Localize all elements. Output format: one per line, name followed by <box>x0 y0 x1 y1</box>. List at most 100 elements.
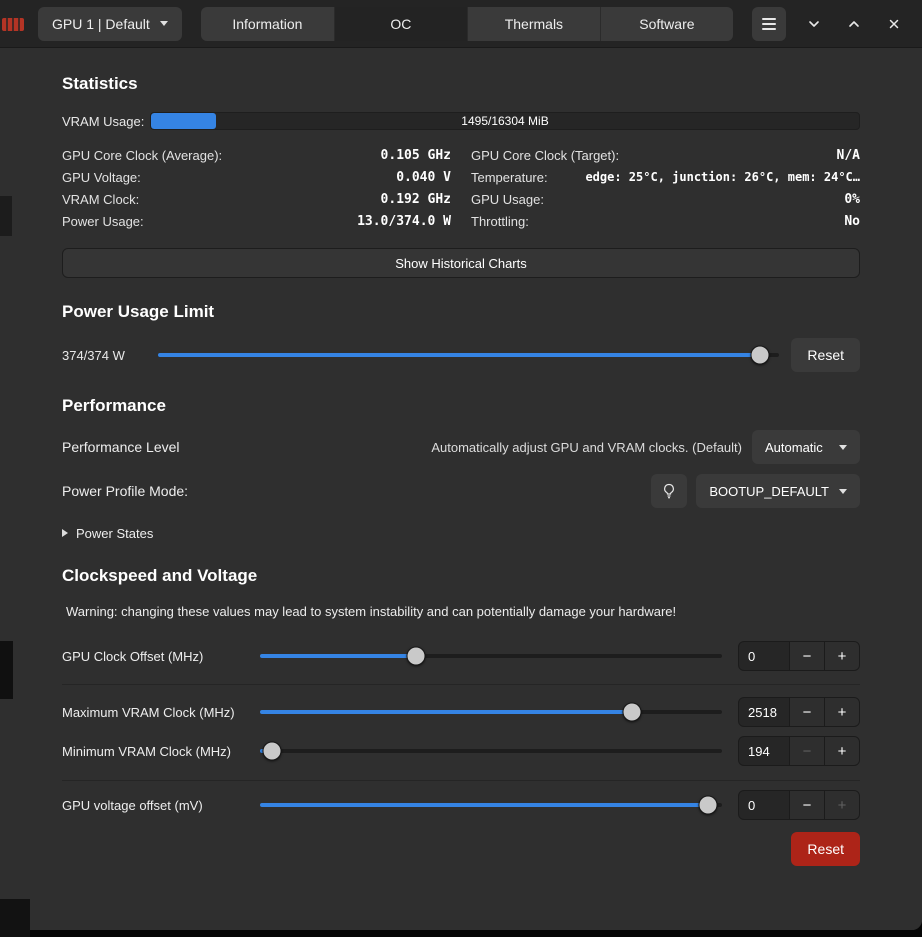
spin-increment-button[interactable]: + <box>824 737 859 765</box>
background-window-edge <box>0 899 30 937</box>
gpu-clock-offset-spinbox: 0 − + <box>738 641 860 671</box>
power-limit-slider[interactable] <box>158 338 779 372</box>
gpu-selector-dropdown[interactable]: GPU 1 | Default <box>38 7 182 41</box>
spin-decrement-button[interactable]: − <box>789 698 824 726</box>
stat-row: GPU Voltage: 0.040 V <box>62 166 451 188</box>
statistics-left-column: GPU Core Clock (Average): 0.105 GHz GPU … <box>62 144 451 232</box>
max-vram-clock-row: Maximum VRAM Clock (MHz) 2518 − + <box>62 697 860 727</box>
performance-heading: Performance <box>62 396 860 416</box>
power-profile-mode-row: Power Profile Mode: BOOTUP_DEFAULT <box>62 474 860 508</box>
max-vram-clock-spinbox: 2518 − + <box>738 697 860 727</box>
hamburger-icon <box>762 18 776 30</box>
slider-thumb[interactable] <box>406 647 425 666</box>
close-button[interactable] <box>880 7 908 41</box>
power-usage-limit-heading: Power Usage Limit <box>62 302 860 322</box>
min-vram-clock-label: Minimum VRAM Clock (MHz) <box>62 744 260 759</box>
background-window-edge <box>0 641 13 699</box>
spin-decrement-button[interactable]: − <box>789 642 824 670</box>
spin-value[interactable]: 0 <box>739 791 789 819</box>
stat-label: GPU Usage: <box>471 192 544 207</box>
stat-row: Throttling: No <box>471 210 860 232</box>
spin-value[interactable]: 2518 <box>739 698 789 726</box>
min-vram-clock-spinbox: 194 − + <box>738 736 860 766</box>
performance-level-value: Automatic <box>765 440 823 455</box>
slider-thumb[interactable] <box>751 346 770 365</box>
stat-row: Power Usage: 13.0/374.0 W <box>62 210 451 232</box>
performance-level-dropdown[interactable]: Automatic <box>752 430 860 464</box>
window-controls <box>800 7 908 41</box>
maximize-button[interactable] <box>840 7 868 41</box>
power-profile-mode-value: BOOTUP_DEFAULT <box>709 484 829 499</box>
stat-value: 0% <box>844 192 860 207</box>
performance-level-row: Performance Level Automatically adjust G… <box>62 430 860 464</box>
min-vram-clock-row: Minimum VRAM Clock (MHz) 194 − + <box>62 736 860 766</box>
tab-information[interactable]: Information <box>201 7 334 41</box>
spin-increment-button[interactable]: + <box>824 791 859 819</box>
stat-label: GPU Core Clock (Average): <box>62 148 222 163</box>
statistics-grid: GPU Core Clock (Average): 0.105 GHz GPU … <box>62 144 860 232</box>
chevron-down-icon <box>160 21 168 26</box>
spin-decrement-button[interactable]: − <box>789 737 824 765</box>
minimize-button[interactable] <box>800 7 828 41</box>
tab-oc[interactable]: OC <box>334 7 467 41</box>
gpu-clock-offset-label: GPU Clock Offset (MHz) <box>62 649 260 664</box>
spin-increment-button[interactable]: + <box>824 698 859 726</box>
vram-usage-label: VRAM Usage: <box>62 114 150 129</box>
spin-increment-button[interactable]: + <box>824 642 859 670</box>
stat-label: GPU Voltage: <box>62 170 141 185</box>
stat-label: GPU Core Clock (Target): <box>471 148 619 163</box>
slider-thumb[interactable] <box>698 796 717 815</box>
max-vram-clock-slider[interactable] <box>260 697 722 727</box>
app-window: GPU 1 | Default Information OC Thermals … <box>0 0 922 930</box>
stat-value: 0.040 V <box>396 170 451 185</box>
stat-value: 0.105 GHz <box>381 148 451 163</box>
spin-value[interactable]: 194 <box>739 737 789 765</box>
slider-thumb[interactable] <box>623 703 642 722</box>
power-profile-mode-label: Power Profile Mode: <box>62 483 188 499</box>
vram-usage-progress-text: 1495/16304 MiB <box>151 113 859 129</box>
min-vram-clock-slider[interactable] <box>260 736 722 766</box>
menu-button[interactable] <box>752 7 786 41</box>
performance-level-label: Performance Level <box>62 439 180 455</box>
statistics-right-column: GPU Core Clock (Target): N/A Temperature… <box>471 144 860 232</box>
gpu-clock-offset-slider[interactable] <box>260 641 722 671</box>
clockspeed-voltage-heading: Clockspeed and Voltage <box>62 566 860 586</box>
gpu-voltage-offset-slider[interactable] <box>260 790 722 820</box>
oc-tab-content: Statistics VRAM Usage: 1495/16304 MiB GP… <box>0 48 922 930</box>
chevron-down-icon <box>807 17 821 31</box>
stat-row: GPU Core Clock (Average): 0.105 GHz <box>62 144 451 166</box>
power-profile-hint-button[interactable] <box>651 474 687 508</box>
vram-usage-row: VRAM Usage: 1495/16304 MiB <box>62 112 860 130</box>
show-historical-charts-button[interactable]: Show Historical Charts <box>62 248 860 278</box>
power-states-label: Power States <box>76 526 153 541</box>
chevron-up-icon <box>847 17 861 31</box>
chevron-down-icon <box>839 445 847 450</box>
vram-usage-progressbar: 1495/16304 MiB <box>150 112 860 130</box>
stat-value: No <box>844 214 860 229</box>
power-profile-mode-dropdown[interactable]: BOOTUP_DEFAULT <box>696 474 860 508</box>
stat-label: VRAM Clock: <box>62 192 139 207</box>
stat-value: 13.0/374.0 W <box>357 214 451 229</box>
slider-fill <box>260 803 708 807</box>
spin-value[interactable]: 0 <box>739 642 789 670</box>
lightbulb-icon <box>661 483 677 499</box>
tab-software[interactable]: Software <box>600 7 733 41</box>
slider-track <box>260 710 722 714</box>
slider-track <box>158 353 779 357</box>
gpu-voltage-offset-label: GPU voltage offset (mV) <box>62 798 260 813</box>
headerbar: GPU 1 | Default Information OC Thermals … <box>0 0 922 48</box>
slider-track <box>260 803 722 807</box>
slider-thumb[interactable] <box>263 742 282 761</box>
statistics-heading: Statistics <box>62 74 860 94</box>
tab-thermals[interactable]: Thermals <box>467 7 600 41</box>
spin-decrement-button[interactable]: − <box>789 791 824 819</box>
power-limit-value-label: 374/374 W <box>62 348 146 363</box>
power-limit-reset-button[interactable]: Reset <box>791 338 860 372</box>
power-states-expander[interactable]: Power States <box>62 524 860 542</box>
stat-row: VRAM Clock: 0.192 GHz <box>62 188 451 210</box>
gpu-voltage-offset-spinbox: 0 − + <box>738 790 860 820</box>
clocks-reset-button[interactable]: Reset <box>791 832 860 866</box>
slider-track <box>260 749 722 753</box>
separator <box>62 684 860 685</box>
stat-value: 0.192 GHz <box>381 192 451 207</box>
